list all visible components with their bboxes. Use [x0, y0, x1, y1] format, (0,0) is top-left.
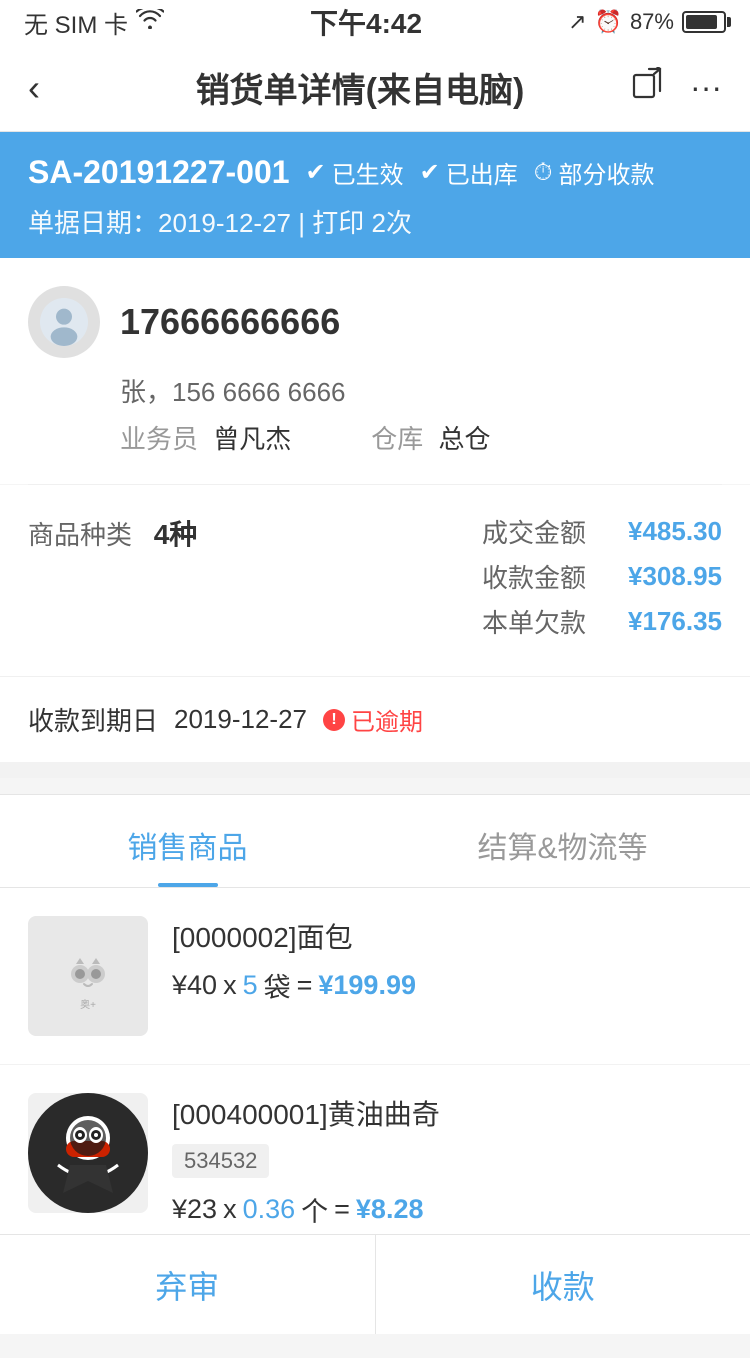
price-qty-1: 5 — [243, 970, 258, 1001]
product-list: 奥+ [0000002]面包 ¥40 x 5 袋 = ¥199.99 — [0, 888, 750, 1258]
product-info-1: [0000002]面包 ¥40 x 5 袋 = ¥199.99 — [172, 916, 722, 1005]
svg-text:奥+: 奥+ — [80, 998, 96, 1011]
customer-phone: 17666666666 — [120, 301, 340, 343]
price-base-2: ¥23 — [172, 1194, 217, 1225]
customer-section: 17666666666 张，156 6666 6666 业务员 曾凡杰 仓库 总… — [0, 258, 750, 484]
due-value: ¥176.35 — [602, 606, 722, 637]
battery-text: 87% — [630, 9, 674, 35]
tab-settlement[interactable]: 结算&物流等 — [375, 795, 750, 887]
wifi-icon — [136, 9, 164, 35]
collect-payment-button[interactable]: 收款 — [376, 1235, 750, 1334]
product-price-1: ¥40 x 5 袋 = ¥199.99 — [172, 966, 722, 1005]
status-time: 下午4:42 — [310, 2, 422, 42]
product-type-item: 商品种类 4种 — [28, 513, 197, 553]
battery-fill — [686, 15, 717, 29]
price-total-1: ¥199.99 — [318, 970, 416, 1001]
price-eq-1: = — [297, 970, 313, 1001]
nav-bar: ‹ 销货单详情(来自电脑) ··· — [0, 44, 750, 132]
badge-effective: ✔ 已生效 — [306, 155, 404, 190]
warehouse-name: 总仓 — [439, 424, 491, 454]
price-eq-2: = — [334, 1194, 350, 1225]
avatar — [28, 286, 100, 358]
customer-meta: 业务员 曾凡杰 仓库 总仓 — [28, 419, 722, 456]
received-value: ¥308.95 — [602, 561, 722, 592]
price-base-1: ¥40 — [172, 970, 217, 1001]
product-thumbnail-1: 奥+ — [28, 916, 148, 1036]
amount-label: 成交金额 — [482, 513, 586, 550]
status-left: 无 SIM 卡 — [24, 5, 164, 40]
product-type-label: 商品种类 — [28, 520, 132, 550]
customer-top: 17666666666 — [28, 286, 722, 358]
price-total-2: ¥8.28 — [356, 1194, 424, 1225]
order-header-top: SA-20191227-001 ✔ 已生效 ✔ 已出库 ⏱ 部分收款 — [28, 154, 722, 191]
product-thumbnail-2 — [28, 1093, 148, 1213]
status-right: ↗ ⏰ 87% — [568, 9, 726, 35]
clock-icon: ⏱ — [534, 159, 553, 187]
sales-name: 曾凡杰 — [213, 424, 291, 454]
section-divider — [0, 762, 750, 778]
overdue-icon: ! — [323, 709, 345, 731]
warehouse-info: 仓库 总仓 — [371, 419, 490, 456]
warehouse-label: 仓库 — [371, 424, 423, 454]
customer-name-phone: 张，156 6666 6666 — [28, 372, 722, 409]
check-icon2: ✔ — [420, 158, 440, 187]
product-type-value: 4种 — [154, 519, 198, 550]
list-item: 奥+ [0000002]面包 ¥40 x 5 袋 = ¥199.99 — [0, 888, 750, 1065]
product-price-2: ¥23 x 0.36 个 = ¥8.28 — [172, 1190, 722, 1229]
order-id: SA-20191227-001 — [28, 154, 290, 191]
more-icon[interactable]: ··· — [690, 69, 722, 106]
page-title: 销货单详情(来自电脑) — [196, 63, 525, 112]
due-row: 本单欠款 ¥176.35 — [482, 603, 722, 640]
amount-row: 成交金额 ¥485.30 — [482, 513, 722, 550]
check-icon1: ✔ — [306, 158, 326, 187]
due-date-value: 2019-12-27 — [174, 704, 307, 735]
cancel-review-button[interactable]: 弃审 — [0, 1235, 376, 1334]
alarm-icon: ⏰ — [595, 9, 622, 35]
nav-actions: ··· — [632, 67, 722, 109]
due-date-section: 收款到期日 2019-12-27 ! 已逾期 — [0, 676, 750, 762]
sales-info: 业务员 曾凡杰 — [120, 419, 291, 456]
amount-value: ¥485.30 — [602, 516, 722, 547]
order-header: SA-20191227-001 ✔ 已生效 ✔ 已出库 ⏱ 部分收款 单据日期：… — [0, 132, 750, 258]
received-label: 收款金额 — [482, 558, 586, 595]
stats-left: 商品种类 4种 — [28, 513, 197, 557]
sales-label: 业务员 — [120, 424, 198, 454]
price-unit-1: 袋 — [264, 966, 291, 1005]
order-date-line: 单据日期：2019-12-27 | 打印 2次 — [28, 203, 722, 240]
back-button[interactable]: ‹ — [28, 67, 88, 109]
due-label: 本单欠款 — [482, 603, 586, 640]
battery-icon — [682, 11, 726, 33]
tabs-row: 销售商品 结算&物流等 — [0, 795, 750, 888]
stats-right: 成交金额 ¥485.30 收款金额 ¥308.95 本单欠款 ¥176.35 — [482, 513, 722, 648]
overdue-text: 已逾期 — [351, 702, 423, 737]
share-icon[interactable] — [632, 67, 666, 109]
tabs-section: 销售商品 结算&物流等 奥+ — [0, 794, 750, 1258]
product-info-2: [000400001]黄油曲奇 534532 ¥23 x 0.36 个 = ¥8… — [172, 1093, 722, 1229]
product-sku-2: 534532 — [172, 1144, 269, 1178]
received-row: 收款金额 ¥308.95 — [482, 558, 722, 595]
badge-shipped: ✔ 已出库 — [420, 155, 518, 190]
location-icon: ↗ — [568, 9, 586, 35]
carrier-label: 无 SIM 卡 — [24, 5, 128, 40]
product-name-1: [0000002]面包 — [172, 916, 722, 956]
price-qty-2: 0.36 — [243, 1194, 296, 1225]
price-unit-2: 个 — [301, 1190, 328, 1229]
due-date-label: 收款到期日 — [28, 701, 158, 738]
price-x-1: x — [223, 970, 237, 1001]
bottom-bar: 弃审 收款 — [0, 1234, 750, 1334]
product-name-2: [000400001]黄油曲奇 — [172, 1093, 722, 1133]
price-x-2: x — [223, 1194, 237, 1225]
stats-section: 商品种类 4种 成交金额 ¥485.30 收款金额 ¥308.95 本单欠款 ¥… — [0, 485, 750, 676]
tab-sales-products[interactable]: 销售商品 — [0, 795, 375, 887]
list-item: [000400001]黄油曲奇 534532 ¥23 x 0.36 个 = ¥8… — [0, 1065, 750, 1258]
badge-partial: ⏱ 部分收款 — [534, 155, 655, 190]
overdue-badge: ! 已逾期 — [323, 702, 423, 737]
status-bar: 无 SIM 卡 下午4:42 ↗ ⏰ 87% — [0, 0, 750, 44]
